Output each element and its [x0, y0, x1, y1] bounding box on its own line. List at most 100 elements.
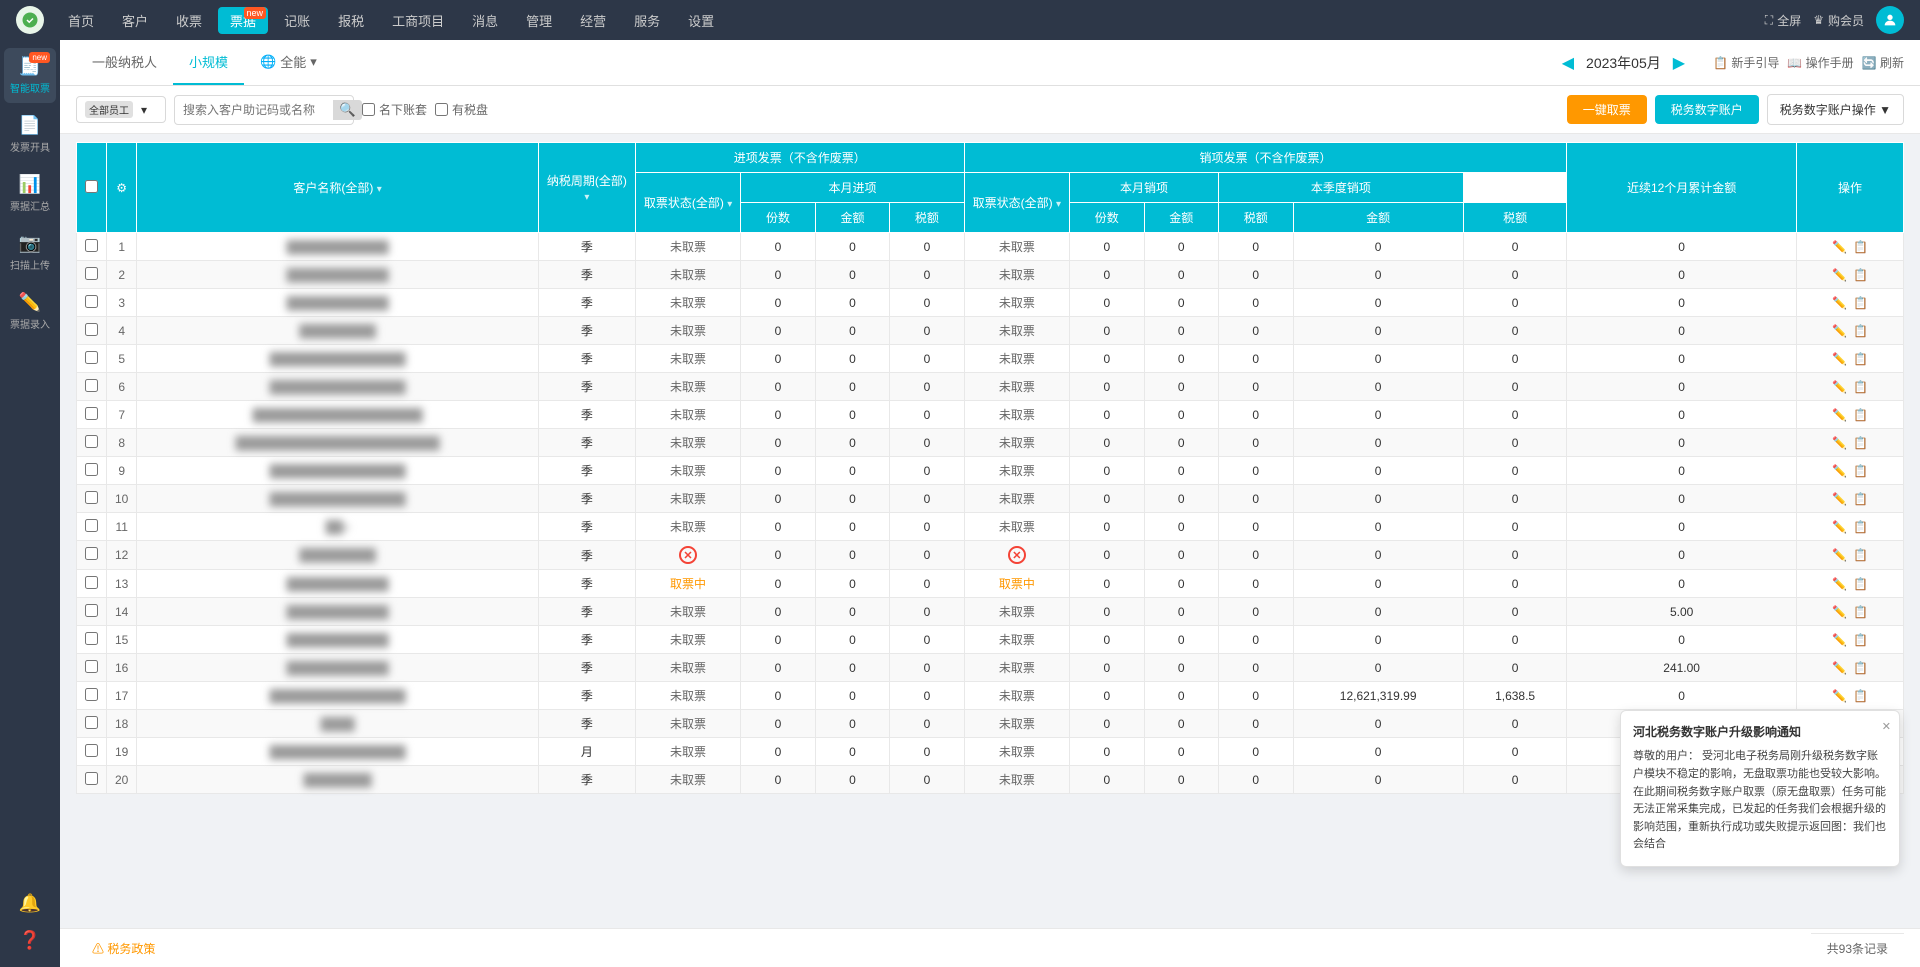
row-checkbox[interactable]	[85, 519, 98, 532]
my-accounts-checkbox[interactable]	[362, 103, 375, 116]
row-checkbox[interactable]	[85, 660, 98, 673]
row-checkbox[interactable]	[85, 267, 98, 280]
nav-home[interactable]: 首页	[56, 7, 106, 34]
row-checkbox-cell[interactable]	[77, 345, 107, 373]
th-in-fetch-status[interactable]: 取票状态(全部) ▾	[635, 173, 740, 233]
row-checkbox[interactable]	[85, 772, 98, 785]
copy-btn[interactable]: 📋	[1850, 464, 1871, 478]
nav-message[interactable]: 消息	[460, 7, 510, 34]
manual-link[interactable]: 📖 操作手册	[1787, 54, 1853, 71]
copy-btn[interactable]: 📋	[1850, 380, 1871, 394]
th-tax-period[interactable]: 纳税周期(全部) ▾	[538, 143, 635, 233]
row-checkbox-cell[interactable]	[77, 738, 107, 766]
user-avatar[interactable]	[1876, 6, 1904, 34]
has-tax-device-checkbox[interactable]	[435, 103, 448, 116]
copy-btn[interactable]: 📋	[1850, 436, 1871, 450]
tab-small-scale[interactable]: 小规模	[173, 40, 244, 85]
digital-tax-ops-btn[interactable]: 税务数字账户操作 ▼	[1767, 94, 1904, 125]
in-fetch-filter[interactable]: ▾	[727, 199, 732, 210]
row-checkbox[interactable]	[85, 604, 98, 617]
copy-btn[interactable]: 📋	[1850, 605, 1871, 619]
row-checkbox-cell[interactable]	[77, 261, 107, 289]
row-checkbox-cell[interactable]	[77, 682, 107, 710]
search-button[interactable]: 🔍	[333, 100, 362, 120]
row-checkbox[interactable]	[85, 323, 98, 336]
nav-receive[interactable]: 收票	[164, 7, 214, 34]
sidebar-item-notification[interactable]: 🔔	[4, 885, 56, 922]
copy-btn[interactable]: 📋	[1850, 577, 1871, 591]
sidebar-item-invoice-open[interactable]: 📄 发票开具	[4, 107, 56, 162]
edit-btn[interactable]: ✏️	[1829, 436, 1850, 450]
row-checkbox[interactable]	[85, 547, 98, 560]
fullscreen-btn[interactable]: ⛶全屏	[1765, 12, 1801, 29]
checkbox-my-accounts[interactable]: 名下账套	[362, 101, 427, 118]
new-guide-link[interactable]: 📋 新手引导	[1713, 54, 1779, 71]
select-all-checkbox[interactable]	[85, 180, 98, 193]
row-checkbox[interactable]	[85, 407, 98, 420]
nav-invoice[interactable]: 票据 new	[218, 7, 268, 34]
copy-btn[interactable]: 📋	[1850, 689, 1871, 703]
sidebar-item-invoice-summary[interactable]: 📊 票据汇总	[4, 166, 56, 221]
copy-btn[interactable]: 📋	[1850, 408, 1871, 422]
th-client-name[interactable]: 客户名称(全部) ▾	[137, 143, 538, 233]
row-checkbox-cell[interactable]	[77, 233, 107, 261]
tab-all[interactable]: 🌐 全能 ▾	[244, 40, 333, 85]
row-checkbox[interactable]	[85, 379, 98, 392]
th-settings[interactable]: ⚙	[107, 143, 137, 233]
row-checkbox-cell[interactable]	[77, 289, 107, 317]
edit-btn[interactable]: ✏️	[1829, 268, 1850, 282]
row-checkbox-cell[interactable]	[77, 598, 107, 626]
edit-btn[interactable]: ✏️	[1829, 548, 1850, 562]
copy-btn[interactable]: 📋	[1850, 240, 1871, 254]
row-checkbox[interactable]	[85, 295, 98, 308]
edit-btn[interactable]: ✏️	[1829, 240, 1850, 254]
copy-btn[interactable]: 📋	[1850, 268, 1871, 282]
notification-close-btn[interactable]: ✕	[1882, 719, 1891, 737]
sidebar-item-scan-upload[interactable]: 📷 扫描上传	[4, 225, 56, 280]
row-checkbox[interactable]	[85, 491, 98, 504]
edit-btn[interactable]: ✏️	[1829, 520, 1850, 534]
th-checkbox[interactable]	[77, 143, 107, 233]
th-out-fetch-status[interactable]: 取票状态(全部) ▾	[964, 173, 1069, 233]
copy-btn[interactable]: 📋	[1850, 296, 1871, 310]
nav-tax[interactable]: 报税	[326, 7, 376, 34]
row-checkbox-cell[interactable]	[77, 654, 107, 682]
row-checkbox[interactable]	[85, 716, 98, 729]
row-checkbox-cell[interactable]	[77, 429, 107, 457]
nav-accounting[interactable]: 记账	[272, 7, 322, 34]
copy-btn[interactable]: 📋	[1850, 633, 1871, 647]
row-checkbox[interactable]	[85, 435, 98, 448]
copy-btn[interactable]: 📋	[1850, 352, 1871, 366]
copy-btn[interactable]: 📋	[1850, 661, 1871, 675]
search-input[interactable]	[183, 103, 333, 117]
row-checkbox-cell[interactable]	[77, 766, 107, 794]
edit-btn[interactable]: ✏️	[1829, 492, 1850, 506]
row-checkbox-cell[interactable]	[77, 485, 107, 513]
row-checkbox-cell[interactable]	[77, 317, 107, 345]
edit-btn[interactable]: ✏️	[1829, 661, 1850, 675]
row-checkbox-cell[interactable]	[77, 541, 107, 570]
row-checkbox-cell[interactable]	[77, 710, 107, 738]
employee-selector[interactable]: 全部员工 ▾	[76, 96, 166, 123]
edit-btn[interactable]: ✏️	[1829, 296, 1850, 310]
nav-client[interactable]: 客户	[110, 7, 160, 34]
edit-btn[interactable]: ✏️	[1829, 324, 1850, 338]
edit-btn[interactable]: ✏️	[1829, 408, 1850, 422]
row-checkbox-cell[interactable]	[77, 626, 107, 654]
edit-btn[interactable]: ✏️	[1829, 352, 1850, 366]
row-checkbox[interactable]	[85, 351, 98, 364]
sidebar-item-invoice-entry[interactable]: ✏️ 票据录入	[4, 284, 56, 339]
sidebar-item-help[interactable]: ❓	[4, 922, 56, 959]
refresh-link[interactable]: 🔄 刷新	[1862, 54, 1904, 71]
nav-service[interactable]: 服务	[622, 7, 672, 34]
edit-btn[interactable]: ✏️	[1829, 380, 1850, 394]
out-fetch-filter[interactable]: ▾	[1056, 199, 1061, 210]
nav-manage[interactable]: 管理	[514, 7, 564, 34]
row-checkbox-cell[interactable]	[77, 570, 107, 598]
nav-settings[interactable]: 设置	[676, 7, 726, 34]
one-click-fetch-btn[interactable]: 一键取票	[1567, 95, 1647, 124]
row-checkbox[interactable]	[85, 632, 98, 645]
row-checkbox-cell[interactable]	[77, 373, 107, 401]
tax-period-filter[interactable]: ▾	[584, 192, 589, 203]
tax-policy-link[interactable]: ⚠ 税务政策	[76, 936, 171, 961]
